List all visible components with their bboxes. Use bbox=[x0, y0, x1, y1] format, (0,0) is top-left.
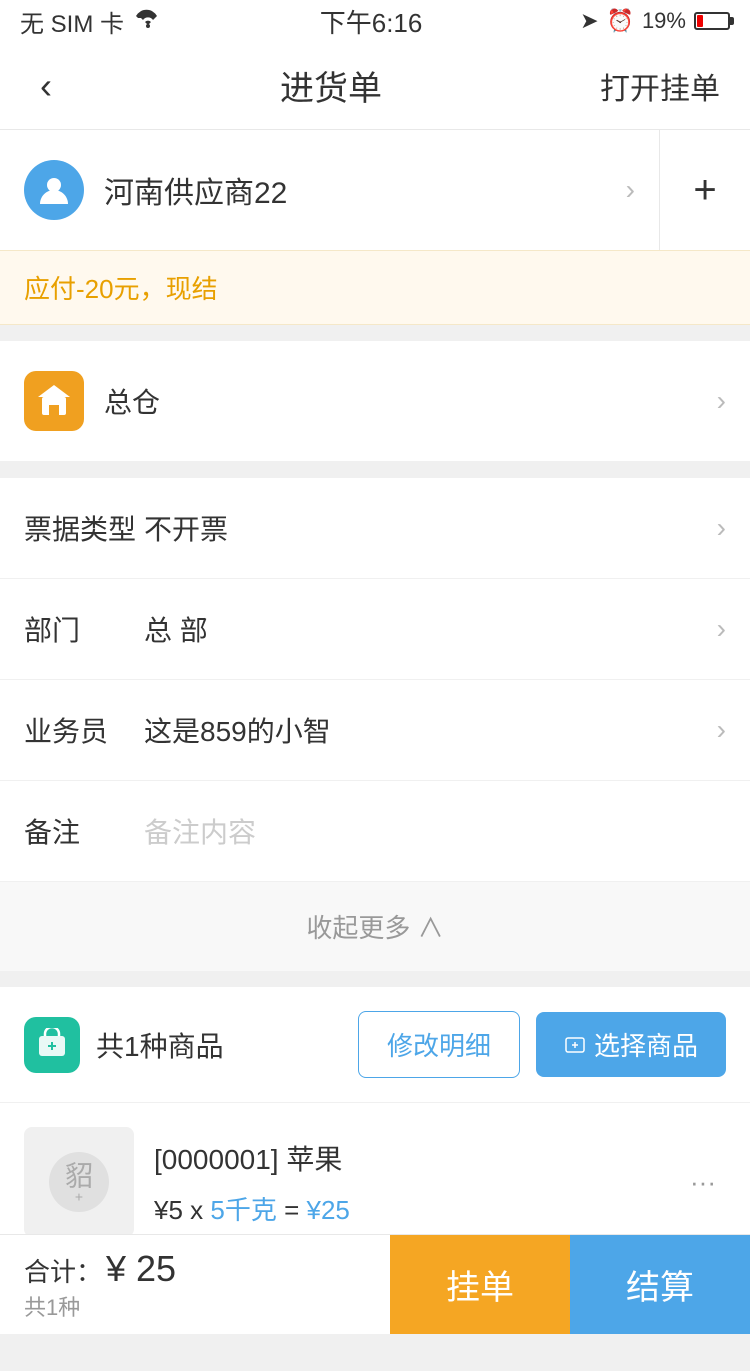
settle-button[interactable]: 结算 bbox=[570, 1235, 750, 1334]
salesperson-row[interactable]: 业务员 这是859的小智 › bbox=[0, 680, 750, 781]
status-bar: 无 SIM 卡 下午6:16 ➤ ⏰ 19% bbox=[0, 0, 750, 42]
divider-1 bbox=[0, 325, 750, 341]
page-title: 进货单 bbox=[280, 61, 382, 110]
battery-icon bbox=[694, 12, 730, 30]
wifi-icon bbox=[134, 7, 162, 36]
supplier-selector[interactable]: 河南供应商22 › bbox=[0, 130, 660, 250]
ticket-type-value: 不开票 bbox=[144, 508, 707, 548]
price-base: ¥5 bbox=[154, 1195, 183, 1225]
product-thumbnail: 貂 + bbox=[24, 1127, 134, 1237]
total-section: 合计： ¥ 25 共1种 bbox=[0, 1235, 390, 1334]
salesperson-label: 业务员 bbox=[24, 710, 144, 750]
supplier-avatar bbox=[24, 160, 84, 220]
salesperson-chevron-icon: › bbox=[717, 714, 726, 746]
add-button[interactable]: + bbox=[660, 130, 750, 250]
status-time: 下午6:16 bbox=[320, 3, 423, 40]
remark-row[interactable]: 备注 备注内容 bbox=[0, 781, 750, 882]
ticket-type-label: 票据类型 bbox=[24, 508, 144, 548]
product-header: 共1种商品 修改明细 选择商品 bbox=[0, 987, 750, 1102]
bottom-bar: 合计： ¥ 25 共1种 挂单 结算 bbox=[0, 1234, 750, 1334]
back-button[interactable]: ‹ bbox=[30, 55, 62, 117]
product-count: 共1种商品 bbox=[96, 1025, 342, 1065]
ticket-type-row[interactable]: 票据类型 不开票 › bbox=[0, 478, 750, 579]
department-value: 总 部 bbox=[144, 609, 707, 649]
warehouse-icon bbox=[24, 371, 84, 431]
total-amount: ¥ 25 bbox=[106, 1248, 176, 1290]
supplier-section: 河南供应商22 › + bbox=[0, 130, 750, 250]
carrier-text: 无 SIM 卡 bbox=[20, 4, 124, 39]
hang-button[interactable]: 挂单 bbox=[390, 1235, 570, 1334]
warehouse-chevron-icon: › bbox=[717, 385, 726, 417]
status-left: 无 SIM 卡 bbox=[20, 4, 162, 39]
collapse-row[interactable]: 收起更多 ∧ bbox=[0, 882, 750, 971]
warehouse-name: 总仓 bbox=[104, 381, 707, 421]
main-content: 河南供应商22 › + 应付-20元，现结 总仓 › 票据类型 不开票 › 部门… bbox=[0, 130, 750, 1371]
product-section-icon bbox=[24, 1017, 80, 1073]
department-chevron-icon: › bbox=[717, 613, 726, 645]
location-icon: ➤ bbox=[580, 8, 598, 34]
product-price-line: ¥5 x 5千克 = ¥25 bbox=[154, 1190, 660, 1227]
total-sub: 共1种 bbox=[24, 1290, 366, 1322]
divider-2 bbox=[0, 462, 750, 478]
select-product-label: 选择商品 bbox=[594, 1026, 698, 1063]
alarm-icon: ⏰ bbox=[607, 8, 634, 34]
ticket-type-chevron-icon: › bbox=[717, 512, 726, 544]
collapse-label: 收起更多 ∧ bbox=[306, 908, 443, 945]
product-name: [0000001] 苹果 bbox=[154, 1138, 660, 1178]
nav-bar: ‹ 进货单 打开挂单 bbox=[0, 42, 750, 130]
product-more-button[interactable]: ··· bbox=[680, 1157, 726, 1208]
edit-detail-button[interactable]: 修改明细 bbox=[358, 1011, 520, 1078]
remark-value: 备注内容 bbox=[144, 811, 726, 851]
salesperson-value: 这是859的小智 bbox=[144, 710, 707, 750]
supplier-chevron-icon: › bbox=[626, 174, 635, 206]
status-right: ➤ ⏰ 19% bbox=[580, 8, 730, 34]
svg-text:+: + bbox=[75, 1189, 83, 1205]
product-info: [0000001] 苹果 ¥5 x 5千克 = ¥25 bbox=[154, 1138, 660, 1227]
price-quantity: 5千克 bbox=[210, 1195, 276, 1225]
supplier-name: 河南供应商22 bbox=[104, 168, 616, 212]
svg-text:貂: 貂 bbox=[65, 1161, 93, 1192]
total-label: 合计： bbox=[24, 1252, 102, 1289]
alert-row: 应付-20元，现结 bbox=[0, 250, 750, 325]
select-product-button[interactable]: 选择商品 bbox=[536, 1012, 726, 1077]
open-hang-button[interactable]: 打开挂单 bbox=[600, 64, 720, 108]
warehouse-row[interactable]: 总仓 › bbox=[0, 341, 750, 462]
remark-label: 备注 bbox=[24, 811, 144, 851]
department-label: 部门 bbox=[24, 609, 144, 649]
department-row[interactable]: 部门 总 部 › bbox=[0, 579, 750, 680]
battery-percent: 19% bbox=[642, 8, 686, 34]
price-total: ¥25 bbox=[307, 1195, 350, 1225]
